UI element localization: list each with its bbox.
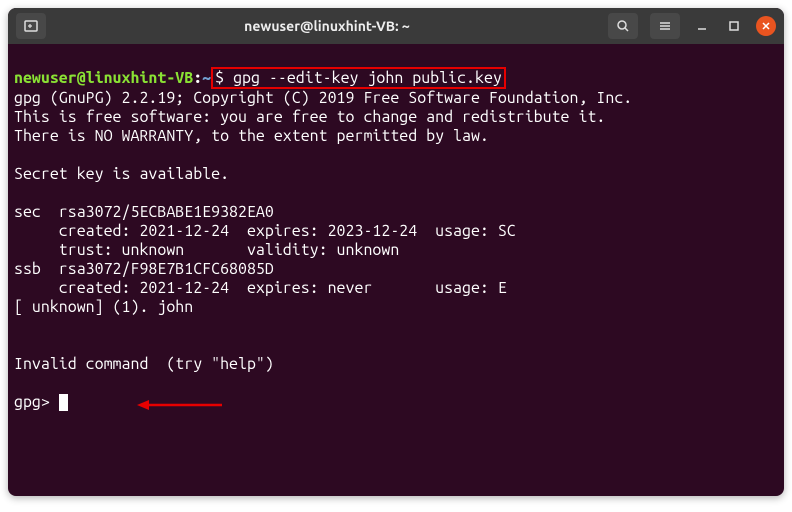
prompt-path: ~ xyxy=(202,69,211,87)
output-line: created: 2021-12-24 expires: 2023-12-24 … xyxy=(14,222,534,240)
output-line: sec rsa3072/5ECBABE1E9382EA0 xyxy=(14,203,274,221)
output-line: gpg (GnuPG) 2.2.19; Copyright (C) 2019 F… xyxy=(14,89,632,107)
output-line: Secret key is available. xyxy=(14,165,229,183)
command-text: gpg --edit-key john public.key xyxy=(233,69,502,87)
output-line: There is NO WARRANTY, to the extent perm… xyxy=(14,127,489,145)
minimize-button[interactable] xyxy=(692,16,712,36)
window-title: newuser@linuxhint-VB: ~ xyxy=(52,18,602,34)
output-line: Invalid command (try "help") xyxy=(14,355,274,373)
output-line: created: 2021-12-24 expires: never usage… xyxy=(14,279,534,297)
new-tab-button[interactable] xyxy=(16,13,46,39)
command-highlight: $ gpg --edit-key john public.key xyxy=(211,67,506,89)
output-line: [ unknown] (1). john xyxy=(14,298,193,316)
terminal-window: newuser@linuxhint-VB: ~ newuser@linuxhin… xyxy=(8,8,784,496)
prompt-dollar: $ xyxy=(215,69,233,87)
arrow-annotation xyxy=(83,379,222,436)
output-line: This is free software: you are free to c… xyxy=(14,108,605,126)
terminal-body[interactable]: newuser@linuxhint-VB:~$ gpg --edit-key j… xyxy=(8,44,784,496)
search-button[interactable] xyxy=(608,13,638,39)
output-line: trust: unknown validity: unknown xyxy=(14,241,399,259)
close-button[interactable] xyxy=(756,16,776,36)
prompt-colon: : xyxy=(193,69,202,87)
maximize-button[interactable] xyxy=(724,16,744,36)
titlebar-right xyxy=(608,13,776,39)
menu-button[interactable] xyxy=(650,13,680,39)
gpg-prompt: gpg> xyxy=(14,393,59,411)
cursor xyxy=(59,394,68,411)
titlebar: newuser@linuxhint-VB: ~ xyxy=(8,8,784,44)
output-line: ssb rsa3072/F98E7B1CFC68085D xyxy=(14,260,274,278)
titlebar-left xyxy=(16,13,46,39)
prompt-user: newuser@linuxhint-VB xyxy=(14,69,193,87)
